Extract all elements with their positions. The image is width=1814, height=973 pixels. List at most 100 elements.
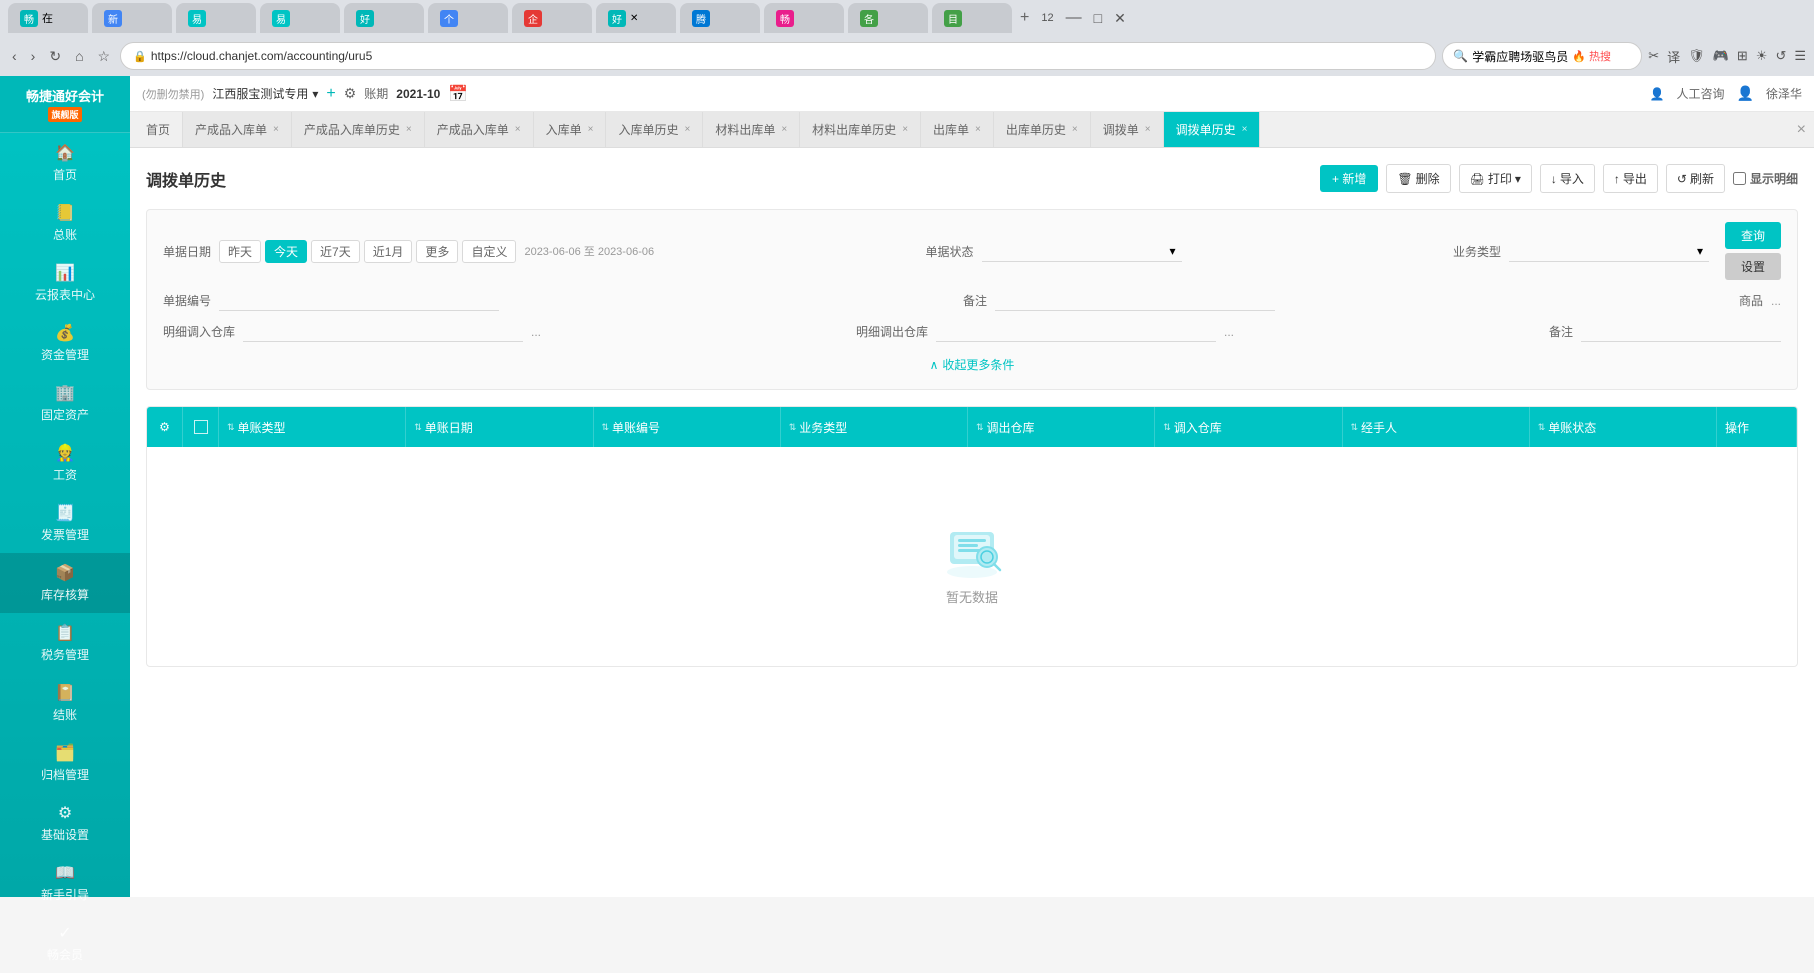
menu-icon[interactable]: ☰	[1794, 48, 1806, 64]
date-btn-7days[interactable]: 近7天	[311, 240, 360, 263]
sidebar-item-settings[interactable]: ⚙ 基础设置	[0, 793, 130, 853]
browser-tab-6[interactable]: 个	[428, 3, 508, 33]
date-btn-1month[interactable]: 近1月	[364, 240, 413, 263]
th-gear[interactable]: ⚙	[147, 407, 183, 447]
detail-out-input[interactable]	[936, 321, 1216, 342]
sidebar-item-member[interactable]: ✓ 畅会员	[0, 913, 130, 973]
tab-receipt-history-close[interactable]: ×	[684, 124, 690, 135]
sidebar-item-inventory[interactable]: 📦 库存核算	[0, 553, 130, 613]
new-button[interactable]: + 新增	[1320, 165, 1378, 192]
forward-button[interactable]: ›	[27, 44, 40, 68]
docno-input[interactable]	[219, 290, 499, 311]
tab-out-close[interactable]: ×	[975, 124, 981, 135]
tab-material-out-close[interactable]: ×	[781, 124, 787, 135]
detail-in-ellipsis-button[interactable]: ...	[531, 325, 541, 339]
tab-receipt[interactable]: 入库单 ×	[534, 112, 607, 148]
sidebar-item-guide[interactable]: 📖 新手引导	[0, 853, 130, 913]
new-tab-button[interactable]: +	[1016, 9, 1033, 27]
tab-transfer-close[interactable]: ×	[1145, 124, 1151, 135]
th-status[interactable]: ⇅ 单账状态	[1530, 407, 1717, 447]
biztype-select[interactable]: ▾	[1509, 241, 1709, 262]
tab-material-out-history-close[interactable]: ×	[902, 124, 908, 135]
th-doctype[interactable]: ⇅ 单账类型	[219, 407, 406, 447]
close-all-tabs-button[interactable]: ×	[1789, 121, 1814, 139]
tab-product-in-2-close[interactable]: ×	[515, 124, 521, 135]
detail-in-input[interactable]	[243, 321, 523, 342]
status-select[interactable]: ▾	[982, 241, 1182, 262]
tab-material-out[interactable]: 材料出库单 ×	[703, 112, 800, 148]
th-out-warehouse[interactable]: ⇅ 调出仓库	[968, 407, 1155, 447]
tab-product-in-history[interactable]: 产成品入库单历史 ×	[292, 112, 425, 148]
shield-icon[interactable]: 🛡	[1688, 48, 1705, 64]
browser-tab-8[interactable]: 好 ✕	[596, 3, 676, 33]
th-biztype[interactable]: ⇅ 业务类型	[781, 407, 968, 447]
add-company-button[interactable]: +	[326, 85, 335, 103]
display-toggle-checkbox[interactable]	[1733, 172, 1746, 185]
browser-tab-10[interactable]: 畅	[764, 3, 844, 33]
cut-icon[interactable]: ✂	[1648, 48, 1659, 64]
sidebar-item-salary[interactable]: 👷 工资	[0, 433, 130, 493]
settings-filter-button[interactable]: 设置	[1725, 253, 1781, 280]
gear-icon[interactable]: ⚙	[344, 85, 357, 102]
browser-tab-12[interactable]: 目	[932, 3, 1012, 33]
sun-icon[interactable]: ☀	[1756, 48, 1768, 64]
back-button[interactable]: ‹	[8, 44, 21, 68]
company-selector[interactable]: 江西服宝测试专用 ▾	[212, 85, 318, 102]
select-all-checkbox[interactable]	[194, 420, 208, 434]
tab-product-in-close[interactable]: ×	[273, 124, 279, 135]
tab-out-history[interactable]: 出库单历史 ×	[994, 112, 1091, 148]
browser-tab-4[interactable]: 易	[260, 3, 340, 33]
star-button[interactable]: ☆	[94, 44, 115, 69]
refresh-nav-button[interactable]: ↻	[45, 44, 65, 69]
close-button[interactable]: ✕	[1114, 10, 1126, 27]
date-btn-more[interactable]: 更多	[416, 240, 458, 263]
consultant-label[interactable]: 人工咨询	[1677, 85, 1725, 102]
tab-receipt-close[interactable]: ×	[588, 124, 594, 135]
tab-product-in-history-close[interactable]: ×	[406, 124, 412, 135]
th-checkbox[interactable]	[183, 407, 219, 447]
import-button[interactable]: ↓ 导入	[1540, 164, 1595, 193]
tab-out[interactable]: 出库单 ×	[921, 112, 994, 148]
sidebar-item-funds[interactable]: 💰 资金管理	[0, 313, 130, 373]
gamepad-icon[interactable]: 🎮	[1713, 48, 1729, 64]
browser-tab-2[interactable]: 新	[92, 3, 172, 33]
tab-product-in-2[interactable]: 产成品入库单 ×	[425, 112, 534, 148]
print-button[interactable]: 🖨 打印 ▾	[1459, 164, 1532, 193]
sidebar-item-close[interactable]: 📔 结账	[0, 673, 130, 733]
minimize-button[interactable]: —	[1066, 9, 1082, 27]
tab-receipt-history[interactable]: 入库单历史 ×	[606, 112, 703, 148]
th-in-warehouse[interactable]: ⇅ 调入仓库	[1155, 407, 1342, 447]
date-btn-custom[interactable]: 自定义	[462, 240, 516, 263]
browser-tab-5[interactable]: 好	[344, 3, 424, 33]
tab-transfer-history[interactable]: 调拨单历史 ×	[1164, 112, 1261, 148]
sidebar-item-home[interactable]: 🏠 首页	[0, 133, 130, 193]
tab-out-history-close[interactable]: ×	[1072, 124, 1078, 135]
th-docno[interactable]: ⇅ 单账编号	[594, 407, 781, 447]
tab-transfer[interactable]: 调拨单 ×	[1091, 112, 1164, 148]
remark2-input[interactable]	[1581, 321, 1781, 342]
address-bar[interactable]: 🔒 https://cloud.chanjet.com/accounting/u…	[120, 42, 1436, 70]
export-button[interactable]: ↑ 导出	[1603, 164, 1658, 193]
tab-product-in[interactable]: 产成品入库单 ×	[183, 112, 292, 148]
home-nav-button[interactable]: ⌂	[71, 44, 87, 68]
sidebar-item-ledger[interactable]: 📒 总账	[0, 193, 130, 253]
display-toggle[interactable]: 显示明细	[1733, 170, 1798, 187]
browser-tab-9[interactable]: 腾	[680, 3, 760, 33]
undo-icon[interactable]: ↺	[1775, 48, 1786, 64]
translate-icon[interactable]: 译	[1667, 47, 1680, 66]
tab-material-out-history[interactable]: 材料出库单历史 ×	[800, 112, 921, 148]
sidebar-item-invoice[interactable]: 🧾 发票管理	[0, 493, 130, 553]
date-btn-today[interactable]: 今天	[265, 240, 307, 263]
browser-tab-11[interactable]: 各	[848, 3, 928, 33]
tab-home[interactable]: 首页	[134, 112, 183, 148]
query-button[interactable]: 查询	[1725, 222, 1781, 249]
date-btn-yesterday[interactable]: 昨天	[219, 240, 261, 263]
refresh-button[interactable]: ↺ 刷新	[1666, 164, 1725, 193]
sidebar-item-tax[interactable]: 📋 税务管理	[0, 613, 130, 673]
delete-button[interactable]: 🗑 删除	[1386, 164, 1450, 193]
sidebar-item-archive[interactable]: 🗂️ 归档管理	[0, 733, 130, 793]
th-handler[interactable]: ⇅ 经手人	[1343, 407, 1530, 447]
grid-icon[interactable]: ⊞	[1737, 48, 1748, 64]
browser-tab-1[interactable]: 畅 在	[8, 3, 88, 33]
sidebar-item-reports[interactable]: 📊 云报表中心	[0, 253, 130, 313]
